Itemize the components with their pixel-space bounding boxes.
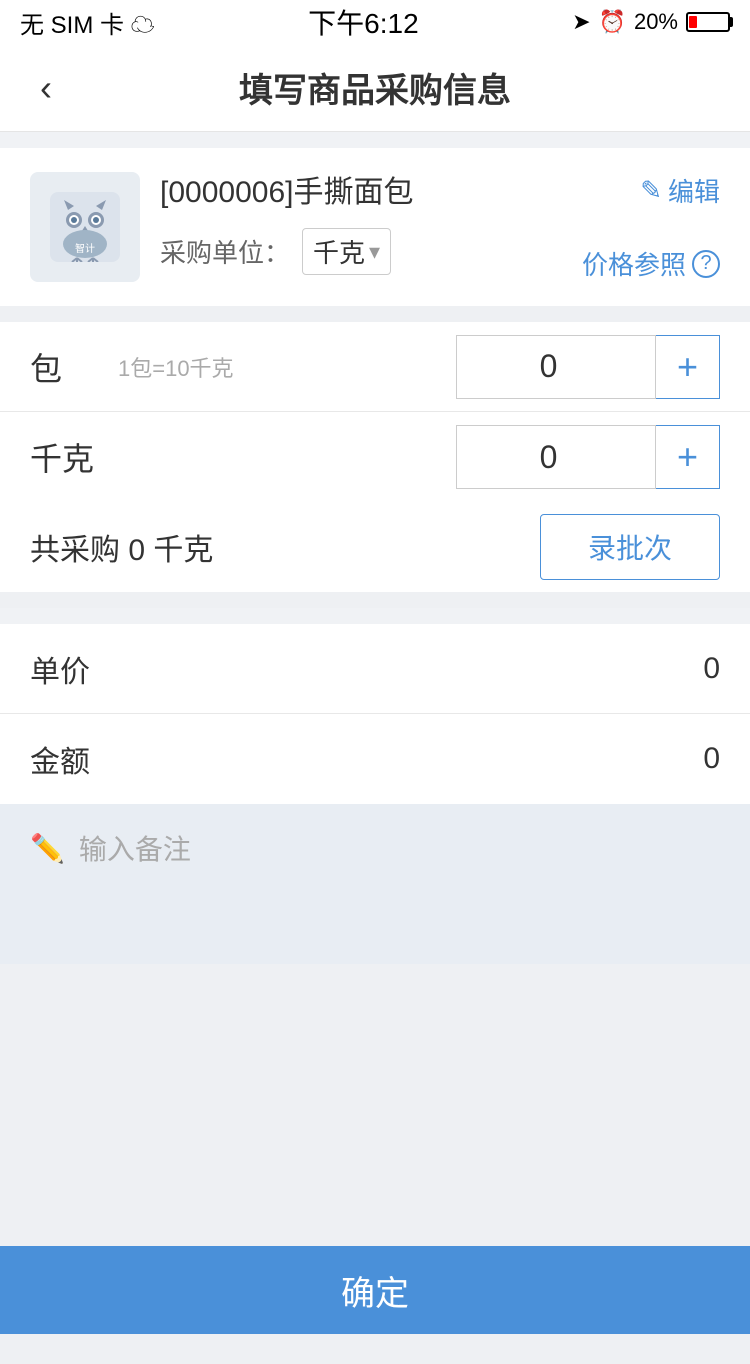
page-title: 填写商品采购信息 — [239, 63, 511, 112]
edit-button[interactable]: ✎ 编辑 — [640, 172, 720, 209]
product-card: 智计 [0000006]手撕面包 采购单位： 千克 ▾ ✎ 编辑 价格参照 ? — [0, 148, 750, 306]
unit-select[interactable]: 千克 ▾ — [302, 228, 391, 275]
qty-sublabel-bao: 1包=10千克 — [118, 351, 234, 383]
total-text: 共采购 0 千克 — [30, 525, 213, 569]
dropdown-arrow-icon: ▾ — [369, 239, 380, 265]
qty-label-kg: 千克 — [30, 434, 110, 480]
price-row-amount: 金额 0 — [0, 714, 750, 804]
section-divider-1 — [0, 306, 750, 322]
edit-label: 编辑 — [668, 172, 720, 209]
batch-button[interactable]: 录批次 — [540, 514, 720, 580]
qty-plus-kg[interactable]: + — [656, 425, 720, 489]
status-time: 下午6:12 — [308, 2, 419, 42]
price-row-unit: 单价 0 — [0, 624, 750, 714]
unit-price-value: 0 — [703, 652, 720, 686]
product-name: [0000006]手撕面包 — [160, 172, 720, 214]
qty-input-bao[interactable] — [456, 335, 656, 399]
confirm-label: 确定 — [341, 1266, 409, 1315]
qty-plus-bao[interactable]: + — [656, 335, 720, 399]
svg-text:智计: 智计 — [75, 242, 95, 255]
unit-label: 采购单位： — [160, 233, 290, 270]
amount-value: 0 — [703, 742, 720, 776]
status-bar: 无 SIM 卡 ☁ 下午6:12 ➤ ⏰ 20% — [0, 0, 750, 44]
battery-icon — [686, 12, 730, 32]
amount-label: 金额 — [30, 737, 90, 781]
confirm-button[interactable]: 确定 — [0, 1246, 750, 1334]
help-icon: ? — [692, 250, 720, 278]
quantity-section: 包 1包=10千克 + 千克 + — [0, 322, 750, 502]
section-divider-2 — [0, 592, 750, 608]
status-right: ➤ ⏰ 20% — [572, 9, 730, 35]
product-logo: 智计 — [50, 192, 120, 262]
location-icon: ➤ — [572, 9, 590, 35]
quantity-row-kg: 千克 + — [0, 412, 750, 502]
remark-placeholder: 输入备注 — [79, 828, 191, 868]
qty-input-kg[interactable] — [456, 425, 656, 489]
nav-bar: ‹ 填写商品采购信息 — [0, 44, 750, 132]
quantity-row-bao: 包 1包=10千克 + — [0, 322, 750, 412]
pencil-icon: ✏️ — [30, 832, 65, 865]
unit-value: 千克 — [313, 233, 365, 270]
qty-input-wrapper-kg: + — [456, 425, 720, 489]
qty-label-bao: 包 — [30, 344, 110, 390]
total-row: 共采购 0 千克 录批次 — [0, 502, 750, 592]
back-button[interactable]: ‹ — [30, 57, 62, 119]
status-left: 无 SIM 卡 ☁ — [20, 5, 155, 40]
unit-price-label: 单价 — [30, 647, 90, 691]
price-section: 单价 0 金额 0 — [0, 624, 750, 804]
edit-icon: ✎ — [640, 175, 662, 206]
remark-row[interactable]: ✏️ 输入备注 — [30, 828, 720, 868]
qty-input-wrapper-bao: + — [456, 335, 720, 399]
batch-label: 录批次 — [588, 527, 672, 567]
alarm-icon: ⏰ — [599, 9, 626, 35]
sim-label: 无 SIM 卡 ☁ — [20, 5, 155, 40]
battery-percent: 20% — [634, 9, 678, 35]
remark-section: ✏️ 输入备注 — [0, 804, 750, 964]
price-ref-button[interactable]: 价格参照 ? — [582, 245, 720, 282]
price-ref-label: 价格参照 — [582, 245, 686, 282]
product-image: 智计 — [30, 172, 140, 282]
